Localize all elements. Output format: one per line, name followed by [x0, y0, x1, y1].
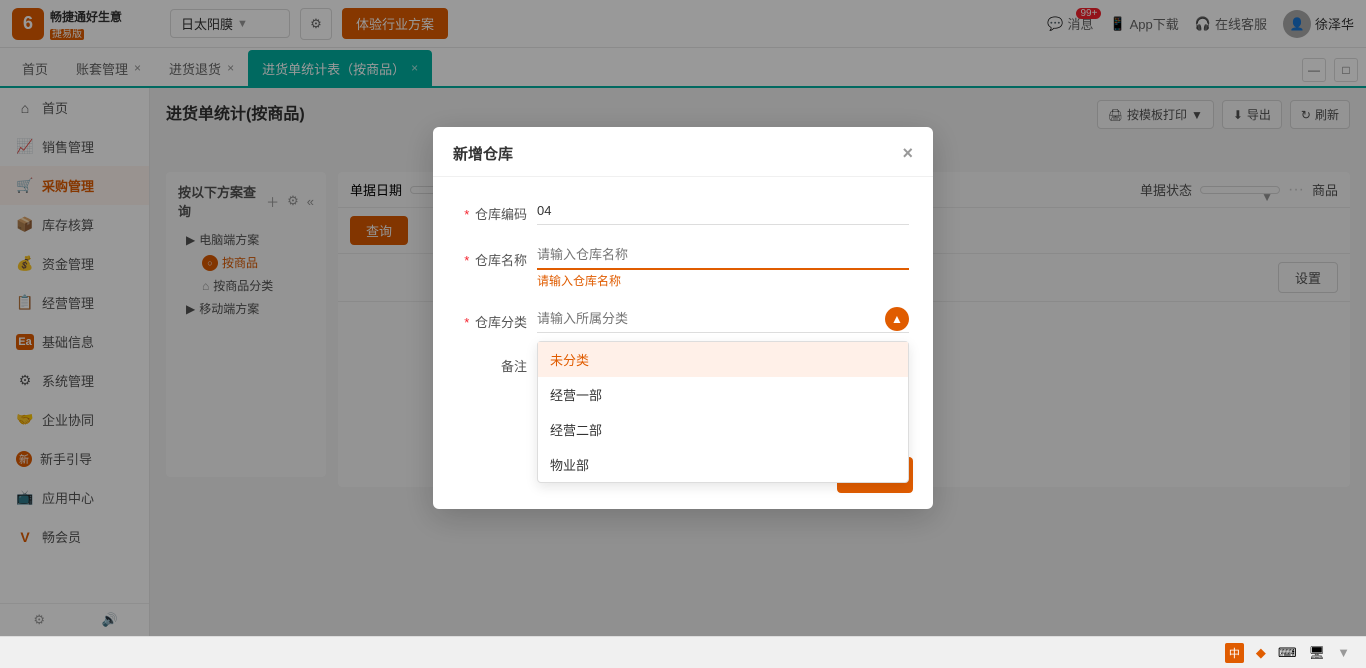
dialog-title: 新增仓库 — [453, 143, 513, 164]
code-input[interactable] — [537, 197, 909, 225]
name-error-msg: 请输入仓库名称 — [537, 274, 621, 288]
dropdown-item-2[interactable]: 经营二部 — [538, 412, 908, 447]
name-label: * 仓库名称 — [457, 243, 537, 269]
status-icon-cn[interactable]: 中 — [1225, 643, 1244, 663]
dialog-overlay: 新增仓库 × * 仓库编码 * 仓库名称 — [0, 0, 1366, 636]
add-warehouse-dialog: 新增仓库 × * 仓库编码 * 仓库名称 — [433, 127, 933, 509]
dropdown-item-1[interactable]: 经营一部 — [538, 377, 908, 412]
category-dropdown-list: 未分类 经营一部 经营二部 物业部 — [537, 341, 909, 483]
status-icon-keyboard[interactable]: ⌨ — [1278, 645, 1297, 661]
status-icon-monitor[interactable]: 🖥 — [1309, 645, 1326, 661]
dialog-body: * 仓库编码 * 仓库名称 请输入仓库名称 — [433, 177, 933, 445]
category-dropdown-button[interactable]: ▲ — [885, 307, 909, 331]
code-field-row: * 仓库编码 — [457, 197, 909, 225]
category-label: * 仓库分类 — [457, 305, 537, 331]
status-icon-diamond: ◆ — [1256, 645, 1266, 661]
arrow-up-icon: ▲ — [891, 312, 903, 326]
dropdown-item-0[interactable]: 未分类 — [538, 342, 908, 377]
dropdown-item-3[interactable]: 物业部 — [538, 447, 908, 482]
remark-label: 备注 — [457, 349, 537, 375]
category-input[interactable] — [537, 305, 909, 333]
category-select-wrapper: ▲ 未分类 经营一部 经营二部 物业部 — [537, 305, 909, 333]
dialog-header: 新增仓库 × — [433, 127, 933, 177]
dialog-close-button[interactable]: × — [902, 143, 913, 164]
category-field-row: * 仓库分类 ▲ 未分类 经营一部 经营二部 物业部 — [457, 305, 909, 333]
name-field-row: * 仓库名称 请输入仓库名称 — [457, 241, 909, 289]
status-bar: 中 ◆ ⌨ 🖥 ▼ — [0, 636, 1366, 668]
name-input[interactable] — [537, 241, 909, 270]
status-icon-arrow: ▼ — [1337, 645, 1350, 660]
status-icons: 中 ◆ ⌨ 🖥 ▼ — [1225, 643, 1350, 663]
code-label: * 仓库编码 — [457, 197, 537, 223]
